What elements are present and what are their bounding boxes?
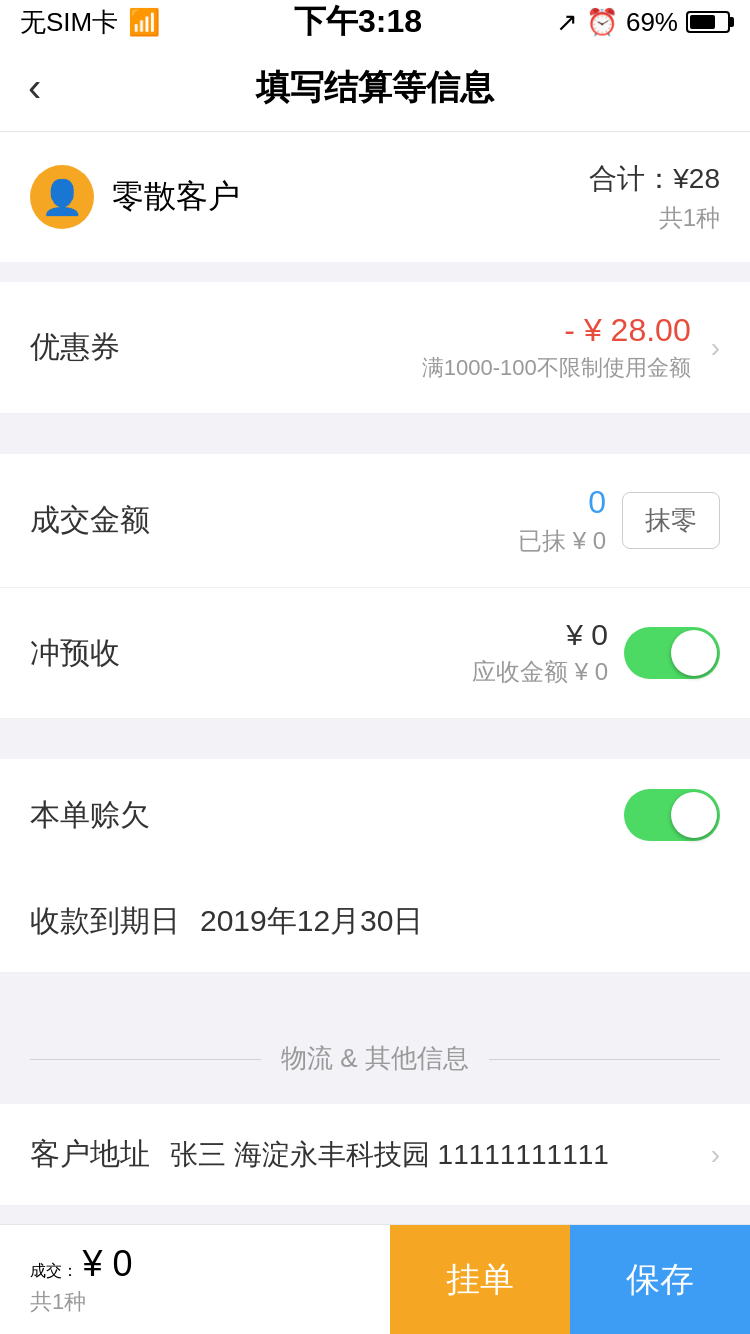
coupon-label: 优惠券 [30, 327, 120, 368]
toggle-knob [671, 630, 717, 676]
divider-1 [0, 434, 750, 454]
prepayment-toggle[interactable] [624, 627, 720, 679]
wifi-icon: 📶 [128, 7, 160, 38]
battery-percent: 69% [626, 7, 678, 38]
location-icon: ↗ [556, 7, 578, 38]
avatar: 👤 [30, 165, 94, 229]
status-bar: 无SIM卡 📶 下午3:18 ↗ ⏰ 69% [0, 0, 750, 44]
logistics-header: 物流 & 其他信息 [0, 1013, 750, 1104]
hold-button[interactable]: 挂单 [390, 1225, 570, 1335]
due-date-value: 2019年12月30日 [200, 901, 423, 942]
coupon-right: - ¥ 28.00 满1000-100不限制使用金额 › [422, 312, 720, 383]
battery-icon [686, 11, 730, 33]
prepayment-row: 冲预收 ¥ 0 应收金额 ¥ 0 [0, 588, 750, 719]
due-date-row: 收款到期日 2019年12月30日 [0, 871, 750, 973]
back-icon: ‹ [28, 65, 41, 110]
address-card: 客户地址 张三 海淀永丰科技园 11111111111 › [0, 1104, 750, 1206]
address-chevron-icon: › [711, 1139, 720, 1171]
avatar-icon: 👤 [41, 177, 83, 217]
logistics-label: 物流 & 其他信息 [261, 1041, 489, 1076]
status-time: 下午3:18 [294, 0, 422, 44]
amount-card: 成交金额 0 已抹 ¥ 0 抹零 冲预收 ¥ 0 应收金额 ¥ 0 [0, 454, 750, 719]
debt-label: 本单赊欠 [30, 795, 150, 836]
status-right: ↗ ⏰ 69% [556, 7, 730, 38]
coupon-section: 优惠券 - ¥ 28.00 满1000-100不限制使用金额 › [0, 282, 750, 414]
bottom-summary-count: 共1种 [30, 1287, 360, 1317]
prepayment-label: 冲预收 [30, 633, 120, 674]
save-button[interactable]: 保存 [570, 1225, 750, 1335]
prepayment-value: ¥ 0 [566, 618, 608, 652]
debt-row: 本单赊欠 [0, 759, 750, 871]
prepayment-right: ¥ 0 应收金额 ¥ 0 [472, 618, 720, 688]
deal-amount-label: 成交金额 [30, 500, 150, 541]
alarm-icon: ⏰ [586, 7, 618, 38]
customer-name: 零散客户 [112, 175, 240, 219]
page-title: 填写结算等信息 [256, 65, 494, 111]
total-amount-label: 合计：¥28 [589, 160, 720, 198]
nav-bar: ‹ 填写结算等信息 [0, 44, 750, 132]
round-off-button[interactable]: 抹零 [622, 492, 720, 549]
bottom-summary-prefix: 成交： [30, 1262, 78, 1279]
sim-status: 无SIM卡 [20, 5, 118, 40]
coupon-values: - ¥ 28.00 满1000-100不限制使用金额 [422, 312, 691, 383]
debt-toggle-knob [671, 792, 717, 838]
status-left: 无SIM卡 📶 [20, 5, 160, 40]
battery-fill [690, 15, 715, 29]
bottom-summary-line1: 成交： ¥ 0 [30, 1243, 360, 1285]
debt-card: 本单赊欠 收款到期日 2019年12月30日 [0, 759, 750, 973]
deal-amount-col: 0 已抹 ¥ 0 [518, 484, 606, 557]
deal-amount-row: 成交金额 0 已抹 ¥ 0 抹零 [0, 454, 750, 588]
customer-row: 👤 零散客户 合计：¥28 共1种 [0, 132, 750, 262]
coupon-row[interactable]: 优惠券 - ¥ 28.00 满1000-100不限制使用金额 › [0, 282, 750, 414]
customer-total: 合计：¥28 共1种 [589, 160, 720, 234]
total-count-label: 共1种 [589, 202, 720, 234]
divider-2 [0, 739, 750, 759]
address-value: 张三 海淀永丰科技园 11111111111 [170, 1136, 703, 1174]
address-label: 客户地址 [30, 1134, 150, 1175]
divider-3 [0, 993, 750, 1013]
prepayment-col: ¥ 0 应收金额 ¥ 0 [472, 618, 608, 688]
coupon-chevron-icon: › [711, 332, 720, 364]
bottom-bar: 成交： ¥ 0 共1种 挂单 保存 [0, 1224, 750, 1334]
deal-amount-sub: 已抹 ¥ 0 [518, 525, 606, 557]
address-row[interactable]: 客户地址 张三 海淀永丰科技园 11111111111 › [0, 1104, 750, 1206]
bottom-summary-amount: ¥ 0 [82, 1243, 132, 1284]
deal-amount-right: 0 已抹 ¥ 0 抹零 [518, 484, 720, 557]
coupon-discount: - ¥ 28.00 [422, 312, 691, 349]
customer-left: 👤 零散客户 [30, 165, 240, 229]
due-date-label: 收款到期日 [30, 901, 180, 942]
back-button[interactable]: ‹ [28, 65, 41, 110]
prepayment-sub: 应收金额 ¥ 0 [472, 656, 608, 688]
bottom-summary: 成交： ¥ 0 共1种 [0, 1243, 390, 1317]
content: 👤 零散客户 合计：¥28 共1种 优惠券 - ¥ 28.00 满1000-10… [0, 132, 750, 1334]
deal-amount-value: 0 [588, 484, 606, 521]
debt-toggle[interactable] [624, 789, 720, 841]
coupon-description: 满1000-100不限制使用金额 [422, 353, 691, 383]
